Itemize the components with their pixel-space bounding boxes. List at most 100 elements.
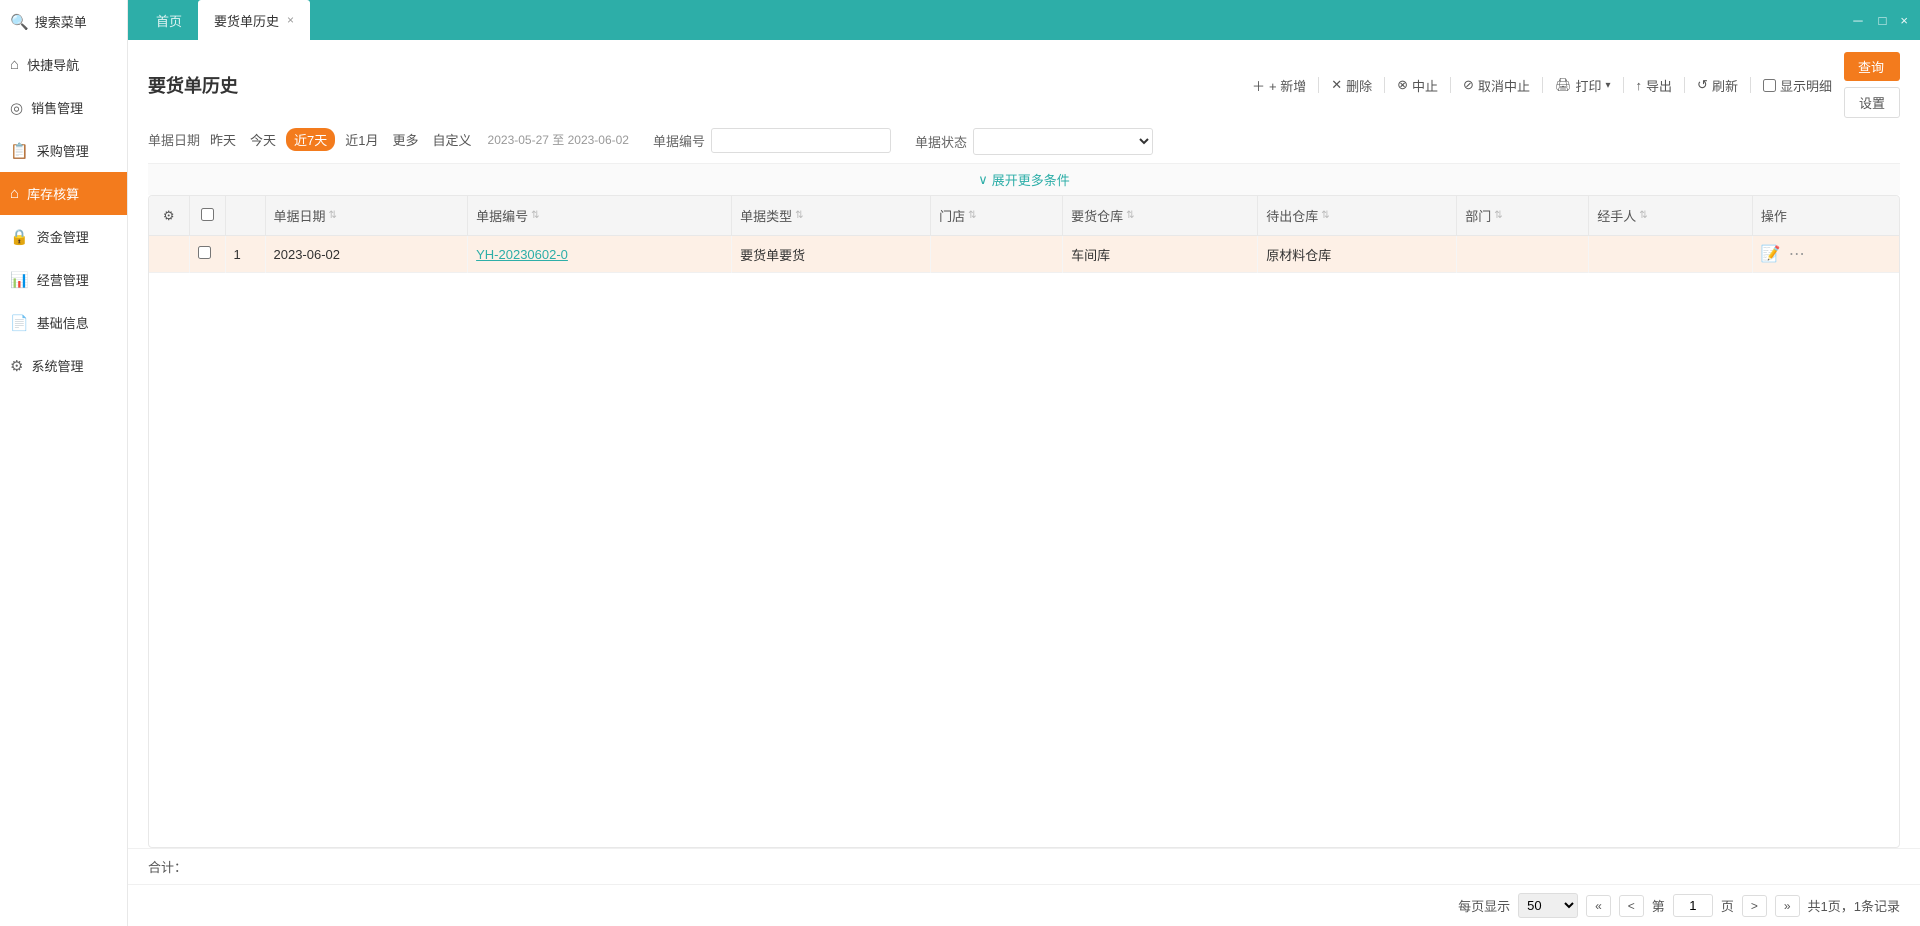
- delete-icon: ✕: [1331, 77, 1342, 93]
- date-btn-yesterday[interactable]: 昨天: [206, 128, 240, 151]
- stop-icon: ⊗: [1397, 77, 1408, 93]
- th-handler: 经手人 ⇅: [1589, 196, 1753, 236]
- td-checkbox: [189, 236, 225, 273]
- divider5: [1623, 77, 1624, 93]
- export-icon: ↑: [1636, 78, 1643, 93]
- query-button[interactable]: 查询: [1844, 52, 1900, 81]
- th-settings: ⚙: [149, 196, 189, 236]
- row-checkbox[interactable]: [198, 246, 211, 259]
- sort-req-warehouse-icon[interactable]: ⇅: [1126, 210, 1134, 221]
- date-btn-1month[interactable]: 近1月: [341, 128, 382, 151]
- refresh-button[interactable]: ↺ 刷新: [1697, 76, 1738, 95]
- pagination-prev-btn[interactable]: <: [1619, 895, 1644, 917]
- per-page-select[interactable]: 10 20 50 100: [1518, 893, 1578, 918]
- row-more-icon[interactable]: ⋯: [1789, 244, 1805, 264]
- purchase-icon: 📋: [10, 142, 29, 160]
- bill-no-input[interactable]: [711, 128, 891, 153]
- sidebar-item-label: 快捷导航: [27, 55, 79, 74]
- sidebar-item-quick-nav[interactable]: ⌂ 快捷导航: [0, 43, 127, 86]
- pagination-last-btn[interactable]: »: [1775, 895, 1800, 917]
- sidebar-item-sales[interactable]: ◎ 销售管理: [0, 86, 127, 129]
- export-label: 导出: [1646, 76, 1672, 95]
- row-req-warehouse: 车间库: [1071, 248, 1110, 263]
- sidebar-item-system[interactable]: ⚙ 系统管理: [0, 344, 127, 387]
- sort-date-icon[interactable]: ⇅: [329, 210, 337, 221]
- sidebar-item-operations[interactable]: 📊 经营管理: [0, 258, 127, 301]
- sort-bill-type-icon[interactable]: ⇅: [795, 210, 803, 221]
- tab-home[interactable]: 首页: [140, 0, 198, 40]
- export-button[interactable]: ↑ 导出: [1636, 76, 1673, 95]
- sidebar-item-label: 系统管理: [31, 356, 83, 375]
- pagination-first-btn[interactable]: «: [1586, 895, 1611, 917]
- tab-close-icon[interactable]: ×: [287, 13, 294, 27]
- settings-button[interactable]: 设置: [1844, 87, 1900, 118]
- stop-button[interactable]: ⊗ 中止: [1397, 76, 1438, 95]
- date-btn-7days[interactable]: 近7天: [286, 128, 335, 151]
- print-dropdown-icon[interactable]: ▾: [1606, 80, 1611, 91]
- window-maximize-btn[interactable]: □: [1879, 13, 1887, 28]
- select-all-checkbox[interactable]: [201, 208, 214, 221]
- finance-icon: 🔒: [10, 228, 29, 246]
- home-icon: ⌂: [10, 56, 19, 73]
- th-num: [225, 196, 265, 236]
- sidebar-search[interactable]: 🔍 搜索菜单: [0, 0, 127, 43]
- date-btn-today[interactable]: 今天: [246, 128, 280, 151]
- show-detail-checkbox[interactable]: 显示明细: [1763, 76, 1832, 95]
- th-pending-warehouse: 待出仓库 ⇅: [1258, 196, 1457, 236]
- divider3: [1450, 77, 1451, 93]
- divider7: [1750, 77, 1751, 93]
- row-edit-icon[interactable]: 📝: [1761, 244, 1781, 264]
- first-page-icon: «: [1595, 899, 1602, 913]
- delete-button[interactable]: ✕ 删除: [1331, 76, 1372, 95]
- sidebar-item-basics[interactable]: 📄 基础信息: [0, 301, 127, 344]
- page-header: 要货单历史 ＋ + 新增 ✕ 删除 ⊗ 中止 ⊘: [128, 40, 1920, 118]
- sort-department-icon[interactable]: ⇅: [1494, 210, 1502, 221]
- date-btn-custom[interactable]: 自定义: [429, 128, 476, 151]
- tab-requisition-history[interactable]: 要货单历史 ×: [198, 0, 310, 40]
- new-label: + 新增: [1269, 76, 1306, 95]
- main-area: 首页 要货单历史 × － □ × 要货单历史 ＋ + 新增 ✕: [128, 0, 1920, 926]
- status-filter: 单据状态: [915, 128, 1153, 155]
- window-close-btn[interactable]: ×: [1900, 13, 1908, 28]
- sidebar-item-purchase[interactable]: 📋 采购管理: [0, 129, 127, 172]
- show-detail-input[interactable]: [1763, 79, 1776, 92]
- row-bill-no[interactable]: YH-20230602-0: [476, 247, 568, 262]
- th-department: 部门 ⇅: [1457, 196, 1589, 236]
- status-select[interactable]: [973, 128, 1153, 155]
- th-date: 单据日期 ⇅: [265, 196, 468, 236]
- basics-icon: 📄: [10, 314, 29, 332]
- cancel-stop-button[interactable]: ⊘ 取消中止: [1463, 76, 1530, 95]
- td-settings: [149, 236, 189, 273]
- sidebar-item-inventory[interactable]: ⌂ 库存核算: [0, 172, 127, 215]
- date-filter-label: 单据日期: [148, 130, 200, 149]
- pagination-next-btn[interactable]: >: [1742, 895, 1767, 917]
- cancel-stop-icon: ⊘: [1463, 77, 1474, 93]
- sort-handler-icon[interactable]: ⇅: [1639, 210, 1647, 221]
- row-actions: 📝 ⋯: [1761, 244, 1891, 264]
- td-num: 1: [225, 236, 265, 273]
- sort-bill-no-icon[interactable]: ⇅: [531, 210, 539, 221]
- th-action: 操作: [1752, 196, 1899, 236]
- sort-store-icon[interactable]: ⇅: [968, 210, 976, 221]
- new-button[interactable]: ＋ + 新增: [1252, 76, 1306, 95]
- topbar-right-controls: － □ ×: [1852, 11, 1908, 30]
- page-number-input[interactable]: [1673, 894, 1713, 917]
- expand-more-btn[interactable]: ∨ 展开更多条件: [148, 163, 1900, 195]
- filter-bar: 单据日期 昨天 今天 近7天 近1月 更多 自定义 2023-05-27 至 2…: [128, 118, 1920, 195]
- print-button[interactable]: 🖨 打印 ▾: [1555, 76, 1611, 95]
- pagination-bar: 每页显示 10 20 50 100 « < 第 页 > » 共1页，1条记录: [128, 884, 1920, 926]
- toolbar: ＋ + 新增 ✕ 删除 ⊗ 中止 ⊘ 取消中止: [1252, 52, 1900, 118]
- th-req-warehouse: 要货仓库 ⇅: [1063, 196, 1258, 236]
- td-date: 2023-06-02: [265, 236, 468, 273]
- total-info: 共1页，1条记录: [1808, 896, 1900, 915]
- settings-col-icon[interactable]: ⚙: [163, 208, 175, 223]
- row-num: 1: [234, 247, 241, 262]
- window-minimize-btn[interactable]: －: [1852, 11, 1865, 30]
- sidebar-item-finance[interactable]: 🔒 资金管理: [0, 215, 127, 258]
- print-icon: 🖨: [1555, 77, 1572, 93]
- sort-pending-warehouse-icon[interactable]: ⇅: [1321, 210, 1329, 221]
- tab-active-label: 要货单历史: [214, 11, 279, 30]
- date-btn-more[interactable]: 更多: [389, 128, 423, 151]
- sidebar: 🔍 搜索菜单 ⌂ 快捷导航 ◎ 销售管理 📋 采购管理 ⌂ 库存核算 🔒 资金管…: [0, 0, 128, 926]
- th-pending-warehouse-label: 待出仓库: [1266, 206, 1318, 225]
